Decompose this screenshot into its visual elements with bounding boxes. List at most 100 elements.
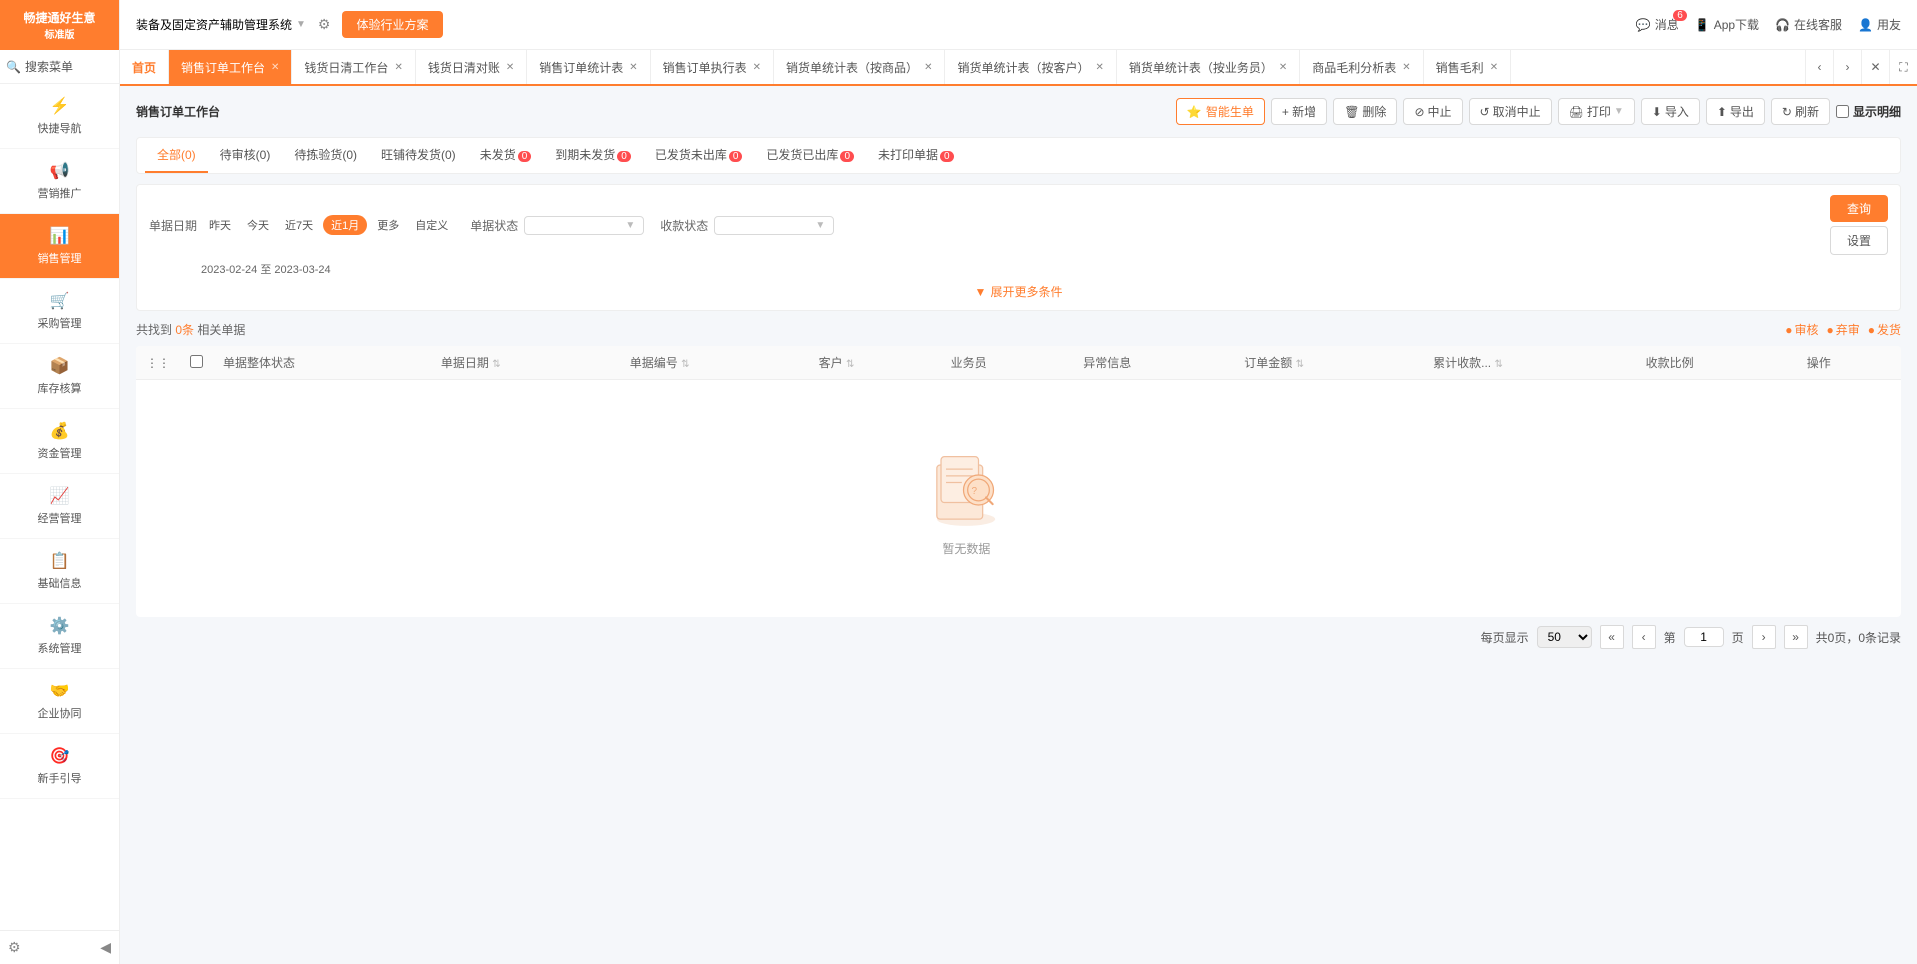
tab-prev-btn[interactable]: ‹ xyxy=(1805,50,1833,85)
page-input[interactable] xyxy=(1684,627,1724,647)
prev-page-btn[interactable]: ‹ xyxy=(1632,625,1656,649)
industry-btn[interactable]: 体验行业方案 xyxy=(342,11,442,38)
filter-tab-overdue-not-shipped[interactable]: 到期未发货0 xyxy=(543,138,643,173)
settings-bottom-icon[interactable]: ⚙ xyxy=(8,939,21,956)
sidebar-item-search[interactable]: 🔍 搜索菜单 xyxy=(0,50,119,84)
sidebar-item-system[interactable]: ⚙️ 系统管理 xyxy=(0,604,119,669)
filter-tab-pending-review[interactable]: 待审核(0) xyxy=(208,138,283,173)
add-btn[interactable]: + 新增 xyxy=(1271,98,1327,125)
checkbox-col-header[interactable] xyxy=(180,346,213,380)
system-title-dropdown[interactable]: 装备及固定资产辅助管理系统 ▼ xyxy=(136,16,306,33)
col-staff[interactable]: 业务员 xyxy=(941,346,1074,380)
sidebar-item-purchase[interactable]: 🛒 采购管理 xyxy=(0,279,119,344)
sidebar-item-marketing[interactable]: 📢 营销推广 xyxy=(0,149,119,214)
date-yesterday-btn[interactable]: 昨天 xyxy=(203,215,237,235)
tab-next-btn[interactable]: › xyxy=(1833,50,1861,85)
tab-sales-exec[interactable]: 销售订单执行表 ✕ xyxy=(651,50,774,85)
set-btn[interactable]: 设置 xyxy=(1830,226,1888,255)
tab-sales-stat-product[interactable]: 销货单统计表（按商品） ✕ xyxy=(774,50,945,85)
tab-sales-more[interactable]: 销售毛利 ✕ xyxy=(1424,50,1511,85)
collapse-icon[interactable]: ◀ xyxy=(100,939,111,956)
import-btn[interactable]: ⬇ 导入 xyxy=(1641,98,1700,125)
tab-maximize-btn[interactable]: ⛶ xyxy=(1889,50,1917,85)
export-btn[interactable]: ⬆ 导出 xyxy=(1706,98,1765,125)
col-number[interactable]: 单据编号 ⇅ xyxy=(620,346,809,380)
tab-sales-exec-close[interactable]: ✕ xyxy=(753,62,761,73)
next-page-btn[interactable]: › xyxy=(1752,625,1776,649)
sidebar-item-enterprise[interactable]: 🤝 企业协同 xyxy=(0,669,119,734)
page-size-select[interactable]: 50 100 200 xyxy=(1537,626,1592,648)
filter-tab-not-shipped[interactable]: 未发货0 xyxy=(468,138,544,173)
tab-sales-order[interactable]: 销售订单工作台 ✕ xyxy=(169,50,292,85)
date-7days-btn[interactable]: 近7天 xyxy=(279,215,319,235)
message-icon-item[interactable]: 💬 6 消息 xyxy=(1636,16,1679,33)
headset-icon: 🎧 xyxy=(1775,18,1790,32)
app-download-item[interactable]: 📱 App下载 xyxy=(1695,16,1759,33)
tab-sales-more-close[interactable]: ✕ xyxy=(1490,62,1498,73)
tab-sales-stat-customer[interactable]: 销货单统计表（按客户） ✕ xyxy=(945,50,1116,85)
tab-home[interactable]: 首页 xyxy=(120,50,169,85)
date-more-btn[interactable]: 更多 xyxy=(371,215,405,235)
ship-action-link[interactable]: ● 发货 xyxy=(1868,321,1901,338)
filter-tab-not-printed[interactable]: 未打印单据0 xyxy=(866,138,966,173)
online-service-item[interactable]: 🎧 在线客服 xyxy=(1775,16,1842,33)
revoke-action-link[interactable]: ● 弃审 xyxy=(1826,321,1859,338)
tab-product-margin-close[interactable]: ✕ xyxy=(1402,62,1410,73)
date-today-btn[interactable]: 今天 xyxy=(241,215,275,235)
tab-cash-daily-close[interactable]: ✕ xyxy=(394,62,402,73)
col-amount[interactable]: 订单金额 ⇅ xyxy=(1234,346,1423,380)
header-gear-icon[interactable]: ⚙ xyxy=(318,16,331,33)
filter-tab-pending-check[interactable]: 待拣验货(0) xyxy=(282,138,369,173)
tab-sales-stat-staff[interactable]: 销货单统计表（按业务员） ✕ xyxy=(1117,50,1300,85)
tab-sales-order-close[interactable]: ✕ xyxy=(271,62,279,73)
tab-sales-stat[interactable]: 销售订单统计表 ✕ xyxy=(527,50,650,85)
tab-sales-stat-product-close[interactable]: ✕ xyxy=(924,62,932,73)
payment-select-arrow: ▼ xyxy=(815,220,825,231)
cancel-stop-btn[interactable]: ↺ 取消中止 xyxy=(1469,98,1552,125)
filter-tab-shipped-not-out[interactable]: 已发货未出库0 xyxy=(643,138,755,173)
date-custom-btn[interactable]: 自定义 xyxy=(409,215,454,235)
first-page-btn[interactable]: « xyxy=(1600,625,1624,649)
smart-generate-btn[interactable]: ⭐ 智能生单 xyxy=(1176,98,1265,125)
expand-btn[interactable]: ▼ 展开更多条件 xyxy=(975,283,1063,300)
delete-btn[interactable]: 🗑 删除 xyxy=(1333,98,1397,125)
tab-cash-reconcile-close[interactable]: ✕ xyxy=(506,62,514,73)
sidebar-item-sales[interactable]: 📊 销售管理 xyxy=(0,214,119,279)
show-detail-checkbox-label[interactable]: 显示明细 xyxy=(1836,103,1901,120)
sidebar-item-quick-nav[interactable]: ⚡ 快捷导航 xyxy=(0,84,119,149)
sidebar-item-guide[interactable]: 🎯 新手引导 xyxy=(0,734,119,799)
col-customer[interactable]: 客户 ⇅ xyxy=(809,346,941,380)
stop-btn[interactable]: ⊘ 中止 xyxy=(1403,98,1462,125)
filter-tab-shipped-out[interactable]: 已发货已出库0 xyxy=(754,138,866,173)
sidebar-item-base[interactable]: 📋 基础信息 xyxy=(0,539,119,604)
tab-cash-daily[interactable]: 钱货日清工作台 ✕ xyxy=(292,50,415,85)
export-icon: ⬆ xyxy=(1717,105,1727,119)
payment-select[interactable]: ▼ xyxy=(714,216,834,235)
tab-product-margin[interactable]: 商品毛利分析表 ✕ xyxy=(1300,50,1423,85)
data-table: ⋮⋮ 单据整体状态 单据日期 ⇅ 单据编号 ⇅ xyxy=(136,346,1901,617)
print-btn[interactable]: 🖨 打印 ▼ xyxy=(1558,98,1635,125)
col-date[interactable]: 单据日期 ⇅ xyxy=(431,346,620,380)
sidebar-item-inventory[interactable]: 📦 库存核算 xyxy=(0,344,119,409)
col-collected[interactable]: 累计收款... ⇅ xyxy=(1423,346,1636,380)
filter-tab-wangpu[interactable]: 旺铺待发货(0) xyxy=(369,138,468,173)
tab-close-all-btn[interactable]: ✕ xyxy=(1861,50,1889,85)
status-select[interactable]: ▼ xyxy=(524,216,644,235)
refresh-btn[interactable]: ↻ 刷新 xyxy=(1771,98,1830,125)
select-all-checkbox[interactable] xyxy=(190,355,203,368)
last-page-btn[interactable]: » xyxy=(1784,625,1808,649)
filter-tab-all[interactable]: 全部(0) xyxy=(145,138,208,173)
date-1month-btn[interactable]: 近1月 xyxy=(323,215,367,235)
tab-sales-stat-close[interactable]: ✕ xyxy=(629,62,637,73)
show-detail-checkbox[interactable] xyxy=(1836,105,1849,118)
sidebar-item-operation[interactable]: 📈 经营管理 xyxy=(0,474,119,539)
review-action-link[interactable]: ● 审核 xyxy=(1785,321,1818,338)
tab-sales-stat-staff-close[interactable]: ✕ xyxy=(1279,62,1287,73)
tab-cash-reconcile[interactable]: 钱货日清对账 ✕ xyxy=(416,50,527,85)
tab-sales-stat-customer-close[interactable]: ✕ xyxy=(1095,62,1103,73)
user-item[interactable]: 👤 用友 xyxy=(1858,16,1901,33)
sidebar-item-finance[interactable]: 💰 资金管理 xyxy=(0,409,119,474)
col-abnormal[interactable]: 异常信息 xyxy=(1073,346,1234,380)
query-btn[interactable]: 查询 xyxy=(1830,195,1888,222)
table-scroll-area[interactable]: ⋮⋮ 单据整体状态 单据日期 ⇅ 单据编号 ⇅ xyxy=(136,346,1901,617)
